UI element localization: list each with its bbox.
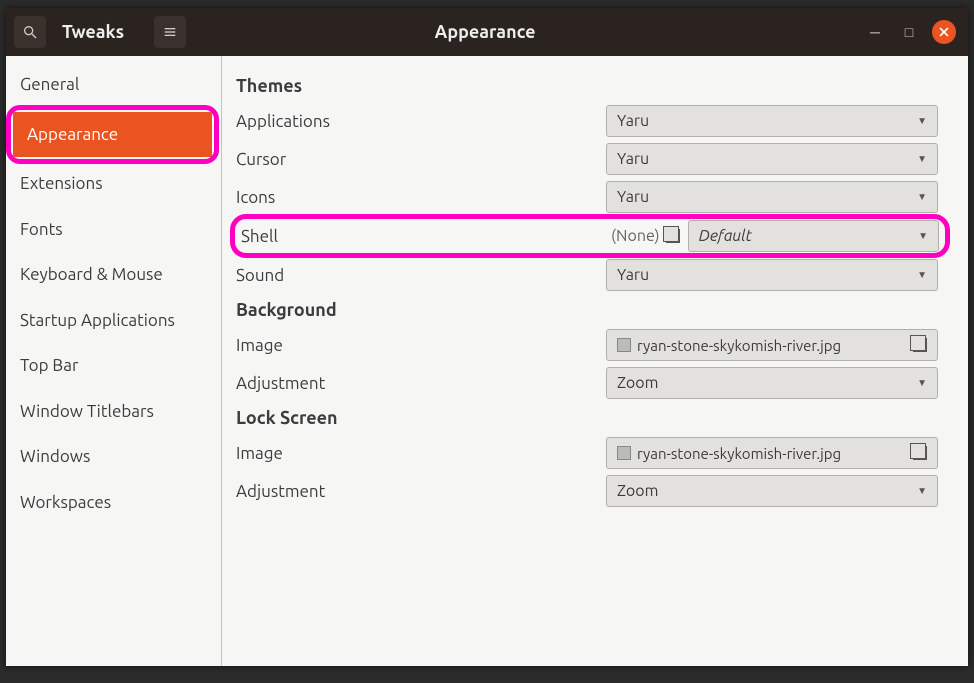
file-chooser[interactable]: ryan-stone-skykomish-river.jpg (606, 329, 938, 361)
sidebar-item-fonts[interactable]: Fonts (6, 207, 221, 253)
setting-label: Shell (241, 227, 611, 246)
theme-dropdown[interactable]: Zoom ▼ (606, 475, 938, 507)
setting-label: Cursor (236, 150, 606, 169)
sidebar-item-appearance[interactable]: Appearance (13, 112, 212, 158)
section-title: Lock Screen (236, 408, 944, 428)
sidebar-item-window-titlebars[interactable]: Window Titlebars (6, 389, 221, 435)
sidebar-item-general[interactable]: General (6, 62, 221, 108)
sidebar-item-extensions[interactable]: Extensions (6, 161, 221, 207)
minimize-button[interactable]: ─ (864, 21, 886, 43)
dropdown-value: Yaru (617, 112, 649, 130)
dropdown-value: Yaru (617, 266, 649, 284)
sidebar-item-top-bar[interactable]: Top Bar (6, 343, 221, 389)
search-icon (22, 24, 38, 40)
chevron-down-icon: ▼ (917, 191, 927, 203)
chevron-down-icon: ▼ (918, 230, 928, 242)
dropdown-value: Yaru (617, 150, 649, 168)
close-icon (939, 27, 949, 37)
chevron-down-icon: ▼ (917, 269, 927, 281)
titlebar: Tweaks Appearance ─ □ (6, 8, 968, 56)
page-title: Appearance (114, 22, 856, 42)
file-name: ryan-stone-skykomish-river.jpg (637, 337, 841, 354)
theme-dropdown[interactable]: Yaru ▼ (606, 105, 938, 137)
theme-dropdown[interactable]: Zoom ▼ (606, 367, 938, 399)
dropdown-value: Zoom (617, 374, 658, 392)
sidebar: GeneralAppearanceExtensionsFontsKeyboard… (6, 56, 222, 666)
content-pane: ThemesApplicationsYaru▼CursorYaru▼IconsY… (222, 56, 968, 666)
file-name: ryan-stone-skykomish-river.jpg (637, 445, 841, 462)
sidebar-item-keyboard-mouse[interactable]: Keyboard & Mouse (6, 252, 221, 298)
image-file-icon (617, 338, 631, 352)
chevron-down-icon: ▼ (917, 153, 927, 165)
copy-icon[interactable] (913, 338, 927, 352)
dropdown-value: Default (699, 227, 752, 245)
setting-aux: (None) (611, 227, 680, 245)
sidebar-item-workspaces[interactable]: Workspaces (6, 480, 221, 526)
chevron-down-icon: ▼ (917, 377, 927, 389)
file-chooser[interactable]: ryan-stone-skykomish-river.jpg (606, 437, 938, 469)
copy-icon[interactable] (913, 446, 927, 460)
dropdown-value: Yaru (617, 188, 649, 206)
setting-label: Image (236, 444, 606, 463)
maximize-button[interactable]: □ (898, 21, 920, 43)
setting-label: Adjustment (236, 374, 606, 393)
image-file-icon (617, 446, 631, 460)
theme-dropdown[interactable]: Yaru ▼ (606, 143, 938, 175)
chevron-down-icon: ▼ (917, 485, 927, 497)
setting-label: Applications (236, 112, 606, 131)
setting-label: Adjustment (236, 482, 606, 501)
setting-label: Icons (236, 188, 606, 207)
theme-dropdown[interactable]: Default ▼ (688, 220, 939, 252)
sidebar-item-windows[interactable]: Windows (6, 434, 221, 480)
chevron-down-icon: ▼ (917, 115, 927, 127)
section-title: Themes (236, 76, 944, 96)
theme-dropdown[interactable]: Yaru ▼ (606, 259, 938, 291)
dropdown-value: Zoom (617, 482, 658, 500)
section-title: Background (236, 300, 944, 320)
setting-label: Sound (236, 266, 606, 285)
setting-label: Image (236, 336, 606, 355)
close-button[interactable] (932, 20, 956, 44)
theme-dropdown[interactable]: Yaru ▼ (606, 181, 938, 213)
sidebar-item-startup-applications[interactable]: Startup Applications (6, 298, 221, 344)
copy-icon[interactable] (666, 229, 680, 243)
search-button[interactable] (14, 16, 46, 48)
